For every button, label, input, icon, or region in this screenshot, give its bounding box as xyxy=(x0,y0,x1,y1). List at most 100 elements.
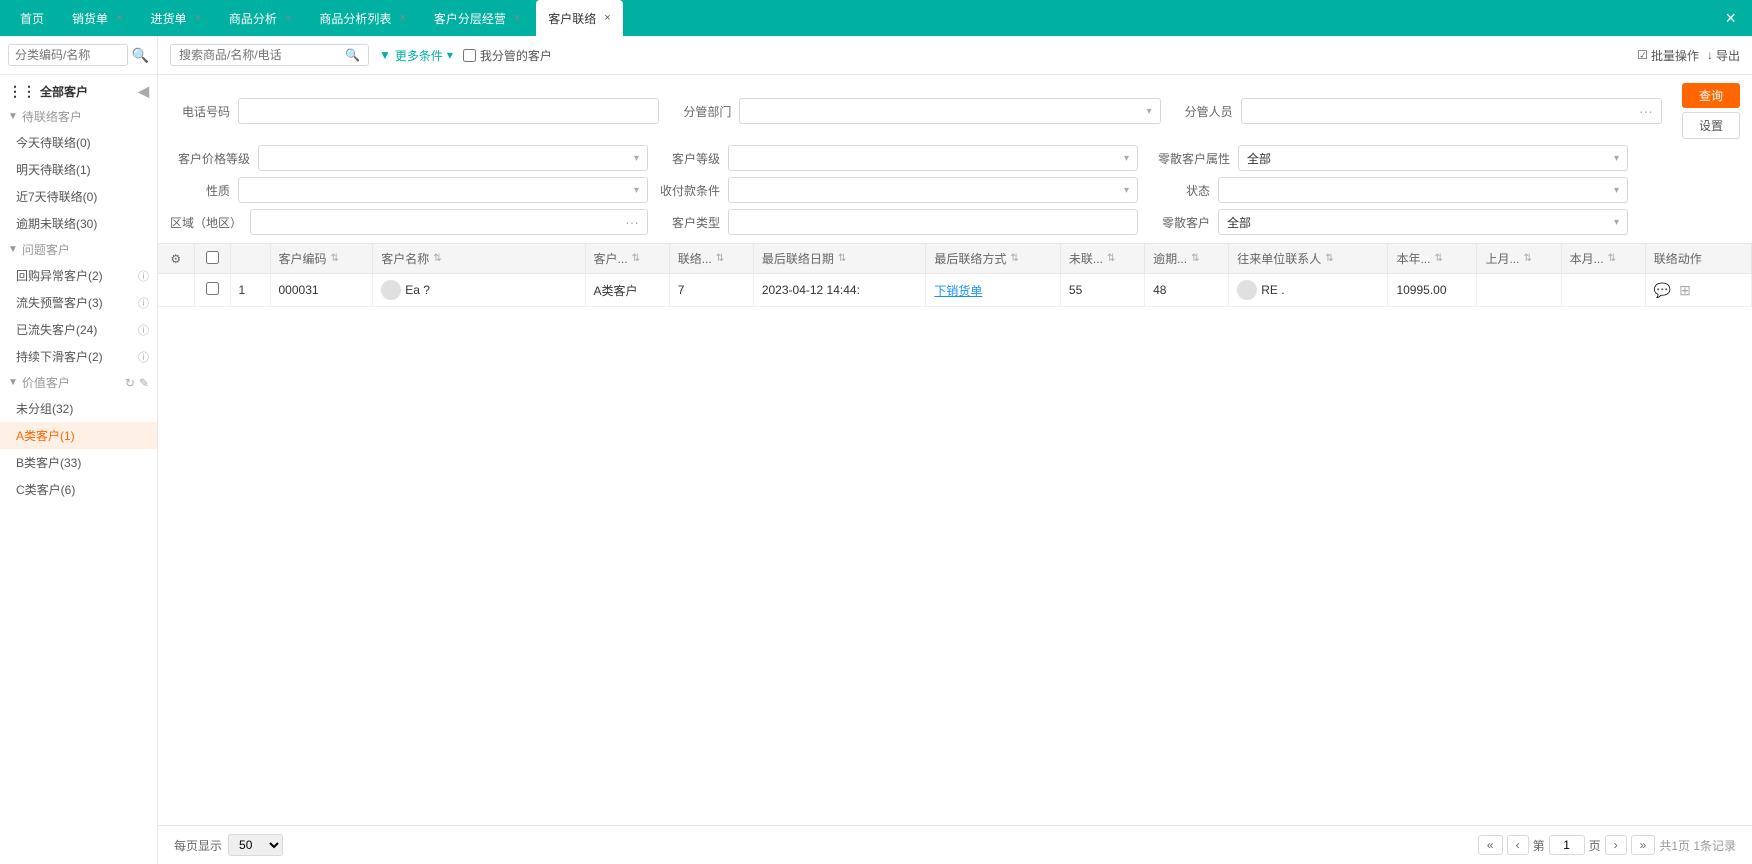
manager-input[interactable]: ··· xyxy=(1241,98,1662,124)
col-gear[interactable]: ⚙ xyxy=(158,244,194,274)
first-page-button[interactable]: « xyxy=(1478,835,1503,855)
info-icon-2: ⓘ xyxy=(138,295,149,311)
col-this-month[interactable]: 本月... ⇅ xyxy=(1561,244,1645,274)
nav-tab-customer-contact[interactable]: 客户联络 × xyxy=(536,0,622,36)
region-input[interactable]: ··· xyxy=(250,209,648,235)
col-action: 联络动作 xyxy=(1645,244,1751,274)
filter-search-input[interactable] xyxy=(179,48,339,62)
page-number-input[interactable] xyxy=(1549,835,1585,855)
sidebar-search-input[interactable] xyxy=(8,44,128,66)
next-page-button[interactable]: › xyxy=(1605,835,1627,855)
sidebar-item-ungrouped[interactable]: 未分组(32) xyxy=(0,395,157,422)
nav-tab-customer-segment[interactable]: 客户分层经营 × xyxy=(422,0,532,36)
sidebar-item-abnormal[interactable]: 回购异常客户(2) ⓘ xyxy=(0,262,157,289)
close-all-button[interactable]: × xyxy=(1717,8,1744,29)
sidebar-section-problem[interactable]: ▼ 问题客户 xyxy=(0,237,157,262)
sidebar-item-churn-warning[interactable]: 流失预警客户(3) ⓘ xyxy=(0,289,157,316)
customer-type-input[interactable] xyxy=(728,209,1138,235)
sidebar-item-class-b[interactable]: B类客户(33) xyxy=(0,449,157,476)
export-button[interactable]: ↓ 导出 xyxy=(1707,47,1740,64)
retail-input[interactable]: 全部 ▾ xyxy=(1218,209,1628,235)
col-code[interactable]: 客户编码 ⇅ xyxy=(270,244,373,274)
col-last-method[interactable]: 最后联络方式 ⇅ xyxy=(926,244,1061,274)
dept-input[interactable]: ▾ xyxy=(739,98,1160,124)
nature-input[interactable]: ▾ xyxy=(238,177,648,203)
page-size-select[interactable]: 10 20 50 100 xyxy=(228,834,283,856)
nav-tab-analysis[interactable]: 商品分析 × xyxy=(217,0,303,36)
settings-button[interactable]: 设置 xyxy=(1682,112,1740,139)
payment-input[interactable]: ▾ xyxy=(728,177,1138,203)
col-last-month[interactable]: 上月... ⇅ xyxy=(1477,244,1561,274)
sidebar-section-value[interactable]: ▼ 价值客户 ↻ ✎ xyxy=(0,370,157,395)
col-type[interactable]: 客户... ⇅ xyxy=(585,244,669,274)
last-page-button[interactable]: » xyxy=(1631,835,1656,855)
filter-mine-checkbox[interactable] xyxy=(463,49,476,62)
close-tab-analysis[interactable]: × xyxy=(285,12,291,24)
price-grade-label: 客户价格等级 xyxy=(170,150,250,167)
filter-more-button[interactable]: ▼ 更多条件 ▾ xyxy=(379,47,453,64)
row-name: Ea ? xyxy=(373,274,585,307)
col-this-year[interactable]: 本年... ⇅ xyxy=(1388,244,1477,274)
close-tab-sales[interactable]: × xyxy=(116,12,122,24)
nav-tab-home[interactable]: 首页 xyxy=(8,0,56,36)
col-overdue[interactable]: 逾期... ⇅ xyxy=(1145,244,1229,274)
chat-action-icon[interactable]: 💬 xyxy=(1654,282,1671,299)
phone-input[interactable] xyxy=(238,98,659,124)
manager-dots: ··· xyxy=(1639,103,1653,119)
dept-label: 分管部门 xyxy=(671,103,731,120)
sidebar-item-declining[interactable]: 持续下滑客户(2) ⓘ xyxy=(0,343,157,370)
page-size-wrap: 每页显示 10 20 50 100 xyxy=(174,834,283,856)
sort-icon-last-method: ⇅ xyxy=(1010,253,1018,264)
status-input[interactable]: ▾ xyxy=(1218,177,1628,203)
row-checkbox[interactable] xyxy=(206,282,219,295)
nav-tab-analysis-list[interactable]: 商品分析列表 × xyxy=(307,0,417,36)
customer-grade-input[interactable]: ▾ xyxy=(728,145,1138,171)
col-contact[interactable]: 联络... ⇅ xyxy=(669,244,753,274)
close-tab-analysis-list[interactable]: × xyxy=(399,12,405,24)
col-company-contacts[interactable]: 往来单位联系人 ⇅ xyxy=(1229,244,1388,274)
payment-arrow: ▾ xyxy=(1124,185,1129,196)
grid-action-icon[interactable]: ⊞ xyxy=(1679,282,1691,299)
company-contact-avatar xyxy=(1237,280,1257,300)
col-not-contacted[interactable]: 未联... ⇅ xyxy=(1060,244,1144,274)
sidebar-item-class-a[interactable]: A类客户(1) xyxy=(0,422,157,449)
sidebar-item-churned[interactable]: 已流失客户(24) ⓘ xyxy=(0,316,157,343)
filter-search-icon[interactable]: 🔍 xyxy=(345,48,360,62)
table-area: ⚙ 客户编码 ⇅ xyxy=(158,244,1752,825)
nav-tab-purchase[interactable]: 进货单 × xyxy=(138,0,212,36)
sidebar-collapse-icon[interactable]: ◀ xyxy=(138,83,149,100)
filter-mine-label[interactable]: 我分管的客户 xyxy=(463,47,552,64)
nature-arrow: ▾ xyxy=(634,185,639,196)
sidebar-all-customers[interactable]: ⋮⋮ 全部客户 ◀ xyxy=(0,75,157,104)
sidebar-search-icon[interactable]: 🔍 xyxy=(132,47,149,64)
sort-icon-overdue: ⇅ xyxy=(1191,253,1199,264)
prev-page-button[interactable]: ‹ xyxy=(1507,835,1529,855)
col-last-date[interactable]: 最后联络日期 ⇅ xyxy=(753,244,926,274)
customer-type-label: 客户类型 xyxy=(660,214,720,231)
sidebar-item-class-c[interactable]: C类客户(6) xyxy=(0,476,157,503)
retail-attr-input[interactable]: 全部 ▾ xyxy=(1238,145,1628,171)
query-button[interactable]: 查询 xyxy=(1682,83,1740,108)
last-method-link[interactable]: 下销货单 xyxy=(934,284,982,298)
select-all-checkbox[interactable] xyxy=(206,251,219,264)
close-tab-customer-segment[interactable]: × xyxy=(514,12,520,24)
refresh-icon[interactable]: ↻ xyxy=(125,376,135,390)
close-tab-purchase[interactable]: × xyxy=(194,12,200,24)
sidebar-item-7days[interactable]: 近7天待联络(0) xyxy=(0,183,157,210)
row-company-contacts: RE . xyxy=(1229,274,1388,307)
sidebar-section-pending[interactable]: ▼ 待联络客户 xyxy=(0,104,157,129)
close-tab-customer-contact[interactable]: × xyxy=(604,12,610,24)
price-grade-input[interactable]: ▾ xyxy=(258,145,648,171)
advanced-filters: 电话号码 分管部门 ▾ 分管人员 xyxy=(158,75,1752,244)
row-last-month xyxy=(1477,274,1561,307)
export-icon: ↓ xyxy=(1707,48,1713,62)
sidebar-item-today[interactable]: 今天待联络(0) xyxy=(0,129,157,156)
filter-cell-retail: 零散客户 全部 ▾ xyxy=(1150,209,1640,235)
sidebar-item-tomorrow[interactable]: 明天待联络(1) xyxy=(0,156,157,183)
sidebar-item-overdue[interactable]: 逾期未联络(30) xyxy=(0,210,157,237)
edit-icon[interactable]: ✎ xyxy=(139,376,149,390)
col-name[interactable]: 客户名称 ⇅ xyxy=(373,244,585,274)
batch-op-button[interactable]: ☑ 批量操作 xyxy=(1637,47,1699,64)
nav-tab-sales[interactable]: 销货单 × xyxy=(60,0,134,36)
funnel-icon: ▼ xyxy=(379,48,391,62)
